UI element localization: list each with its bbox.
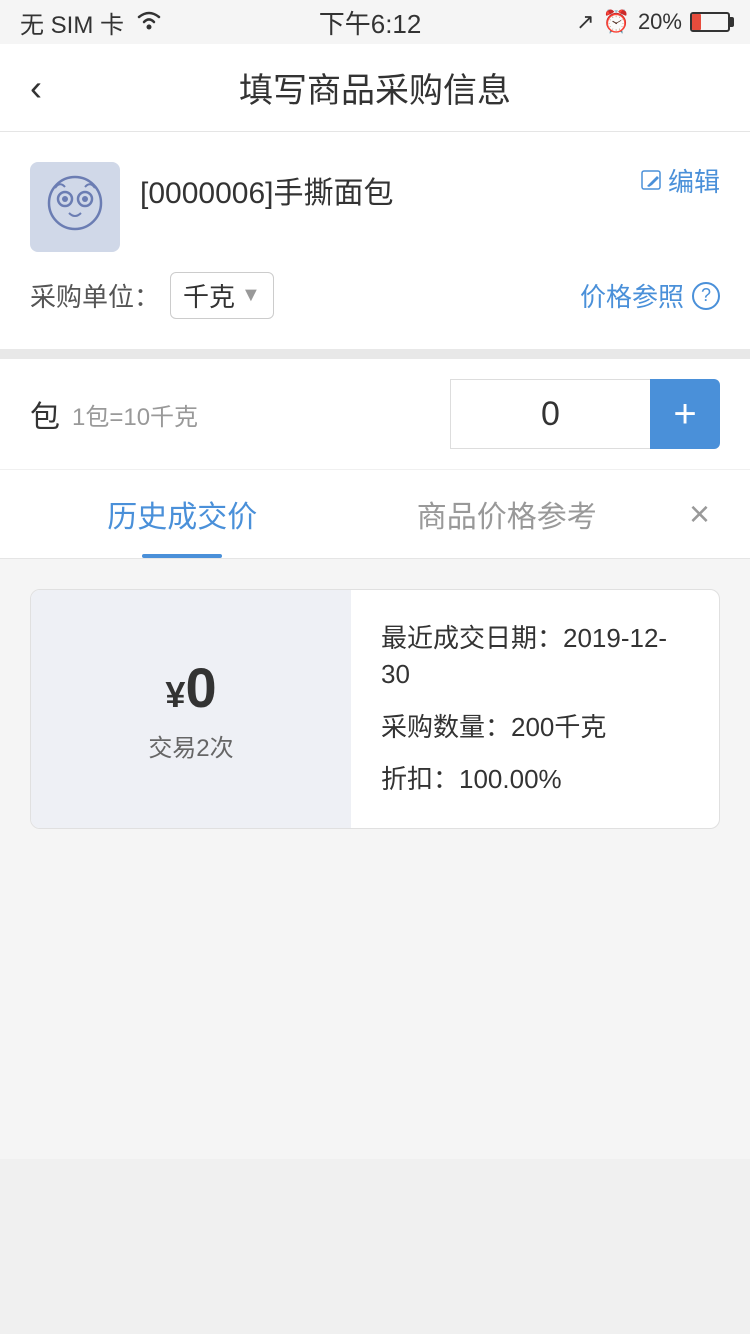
tab-close-button[interactable]: × [669,483,730,545]
unit-dropdown[interactable]: 千克 ▼ [170,272,274,319]
back-button[interactable]: ‹ [30,67,42,109]
status-time: 下午6:12 [319,4,422,41]
product-header: [0000006]手撕面包 编辑 [30,162,720,252]
purchase-qty-label: 采购数量： [381,712,511,742]
tabs-container: 历史成交价 商品价格参考 × [0,470,750,559]
status-bar: 无 SIM 卡 下午6:12 ↗ ⏰ 20% [0,0,750,44]
quantity-label-group: 包 1包=10千克 [30,392,198,436]
product-image [30,162,120,252]
status-right: ↗ ⏰ 20% [576,9,730,35]
section-divider [0,349,750,359]
status-left: 无 SIM 卡 [20,5,164,40]
recent-date-row: 最近成交日期：2019-12-30 [381,620,689,693]
purchase-qty-row: 采购数量：200千克 [381,709,689,745]
history-card-right: 最近成交日期：2019-12-30 采购数量：200千克 折扣：100.00% [351,590,719,828]
quantity-row: 包 1包=10千克 + [0,359,750,470]
battery-percent: 20% [638,9,682,35]
history-price: ¥0 [165,655,216,720]
quantity-input-group: + [450,379,720,449]
dropdown-arrow-icon: ▼ [241,284,261,307]
history-card-left: ¥0 交易2次 [31,590,351,828]
transaction-count: 交易2次 [148,728,233,763]
recent-date-label: 最近成交日期： [381,623,563,653]
tab-history-price[interactable]: 历史成交价 [20,470,344,558]
battery-icon [690,12,730,32]
help-icon: ? [692,282,720,310]
purchase-qty-value: 200千克 [511,712,606,742]
content-area: ¥0 交易2次 最近成交日期：2019-12-30 采购数量：200千克 折扣：… [0,559,750,1159]
alarm-icon: ⏰ [603,9,630,35]
discount-value: 100.00% [459,764,562,794]
unit-left: 采购单位： 千克 ▼ [30,272,274,319]
history-card: ¥0 交易2次 最近成交日期：2019-12-30 采购数量：200千克 折扣：… [30,589,720,829]
bag-unit-note: 1包=10千克 [72,397,198,432]
price-ref-label: 价格参照 [580,277,684,314]
discount-label: 折扣： [381,764,459,794]
unit-label: 采购单位： [30,277,160,314]
product-card: [0000006]手撕面包 编辑 采购单位： 千克 ▼ 价格参照 ? [0,132,750,349]
edit-button[interactable]: 编辑 [640,162,720,199]
quantity-plus-button[interactable]: + [650,379,720,449]
bag-label: 包 [30,392,60,436]
quantity-input[interactable] [450,379,650,449]
wifi-icon [134,8,164,37]
tab-product-price-reference[interactable]: 商品价格参考 [344,470,668,558]
product-info: [0000006]手撕面包 [30,162,640,252]
location-icon: ↗ [576,9,594,35]
product-unit-row: 采购单位： 千克 ▼ 价格参照 ? [30,272,720,319]
carrier-label: 无 SIM 卡 [20,5,124,40]
product-name: [0000006]手撕面包 [140,162,393,212]
unit-value: 千克 [183,277,235,314]
price-reference-button[interactable]: 价格参照 ? [580,277,720,314]
nav-bar: ‹ 填写商品采购信息 [0,44,750,132]
product-thumbnail-icon [45,173,105,242]
tabs-row: 历史成交价 商品价格参考 × [0,470,750,558]
yuan-symbol: ¥ [165,674,185,715]
discount-row: 折扣：100.00% [381,761,689,797]
page-title: 填写商品采购信息 [239,63,511,112]
edit-icon [640,169,664,193]
